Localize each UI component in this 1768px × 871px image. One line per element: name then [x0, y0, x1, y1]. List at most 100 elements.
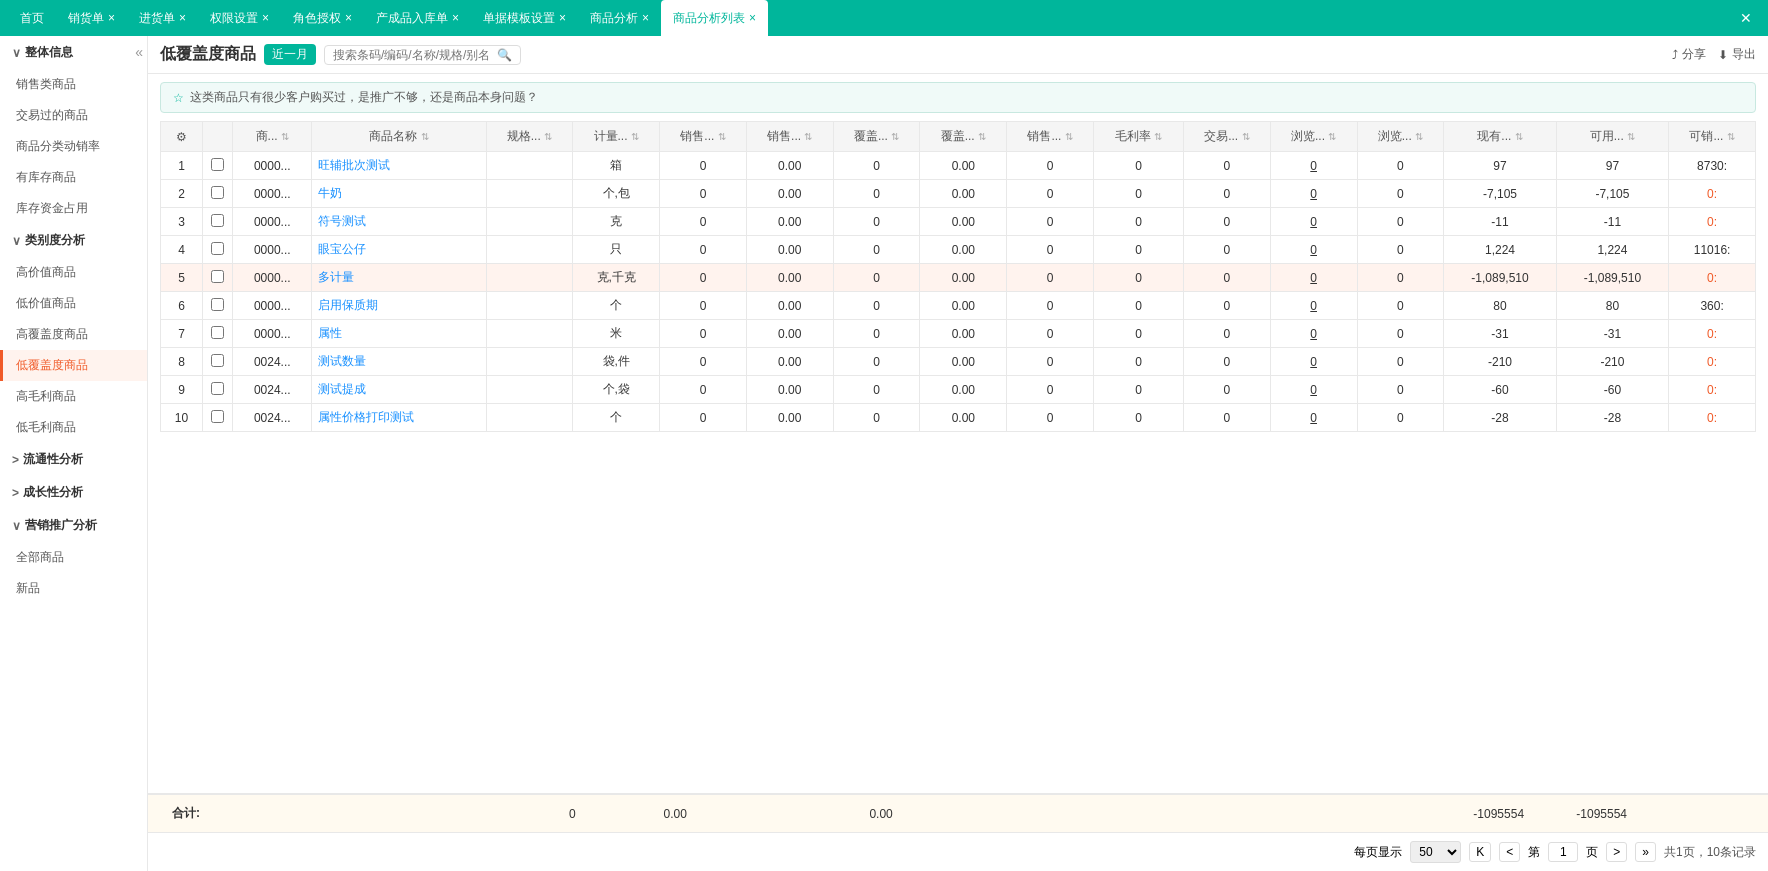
row-checkbox[interactable] — [203, 376, 233, 404]
sales-amount-col-header[interactable]: 销售... ⇅ — [746, 122, 833, 152]
browse1-col-header[interactable]: 浏览... ⇅ — [1270, 122, 1357, 152]
nav-item-purchase[interactable]: 进货单 × — [127, 0, 198, 36]
name-col-header[interactable]: 商品名称 ⇅ — [312, 122, 486, 152]
row-sales-qty: 0 — [660, 376, 747, 404]
nav-item-permissions[interactable]: 权限设置 × — [198, 0, 281, 36]
total-spacer6 — [1138, 810, 1241, 818]
page-number-input[interactable] — [1548, 842, 1578, 862]
margin-col-header[interactable]: 毛利率 ⇅ — [1094, 122, 1184, 152]
sidebar-section-liquidity[interactable]: > 流通性分析 — [0, 443, 147, 476]
row-name[interactable]: 属性价格打印测试 — [312, 404, 486, 432]
nav-item-templates[interactable]: 单据模板设置 × — [471, 0, 578, 36]
sidebar-item-capital[interactable]: 库存资金占用 — [0, 193, 147, 224]
row-checkbox[interactable] — [203, 292, 233, 320]
per-page-select[interactable]: 50 100 200 — [1410, 841, 1461, 863]
row-code: 0000... — [233, 292, 312, 320]
row-sales-amount: 0.00 — [746, 152, 833, 180]
window-close-button[interactable]: ✕ — [1732, 9, 1760, 27]
nav-item-analysis-list[interactable]: 商品分析列表 × — [661, 0, 768, 36]
sidebar-item-high-coverage[interactable]: 高覆盖度商品 — [0, 319, 147, 350]
sidebar-item-high-value[interactable]: 高价值商品 — [0, 257, 147, 288]
row-name[interactable]: 启用保质期 — [312, 292, 486, 320]
row-name[interactable]: 符号测试 — [312, 208, 486, 236]
row-current: 80 — [1444, 292, 1556, 320]
row-browse1[interactable]: 0 — [1270, 292, 1357, 320]
content-area: 低覆盖度商品 近一月 🔍 ⤴ 分享 ⬇ 导出 — [148, 36, 1768, 871]
row-checkbox[interactable] — [203, 236, 233, 264]
browse2-col-header[interactable]: 浏览... ⇅ — [1357, 122, 1444, 152]
row-sales3: 0 — [1007, 152, 1094, 180]
sidebar-item-all-goods[interactable]: 全部商品 — [0, 542, 147, 573]
sidebar-item-in-stock[interactable]: 有库存商品 — [0, 162, 147, 193]
search-icon[interactable]: 🔍 — [497, 48, 512, 62]
nav-item-products[interactable]: 产成品入库单 × — [364, 0, 471, 36]
last-page-button[interactable]: » — [1635, 842, 1656, 862]
sidebar-section-growth[interactable]: > 成长性分析 — [0, 476, 147, 509]
spec-col-header[interactable]: 规格... ⇅ — [486, 122, 573, 152]
row-name[interactable]: 测试提成 — [312, 376, 486, 404]
transaction-col-header[interactable]: 交易... ⇅ — [1183, 122, 1270, 152]
table-row: 4 0000... 眼宝公仔 只 0 0.00 0 0.00 0 0 0 0 0… — [161, 236, 1756, 264]
row-checkbox[interactable] — [203, 208, 233, 236]
row-checkbox[interactable] — [203, 348, 233, 376]
nav-item-sales[interactable]: 销货单 × — [56, 0, 127, 36]
sidebar-item-low-coverage[interactable]: 低覆盖度商品 — [0, 350, 147, 381]
row-checkbox[interactable] — [203, 320, 233, 348]
row-saleable: 11016: — [1669, 236, 1756, 264]
sidebar-collapse-button[interactable]: « — [135, 44, 143, 60]
unit-col-header[interactable]: 计量... ⇅ — [573, 122, 660, 152]
nav-item-home[interactable]: 首页 — [8, 0, 56, 36]
current-col-header[interactable]: 现有... ⇅ — [1444, 122, 1556, 152]
sidebar-item-traded-goods[interactable]: 交易过的商品 — [0, 100, 147, 131]
sidebar-section-marketing[interactable]: ∨ 营销推广分析 — [0, 509, 147, 542]
row-browse1[interactable]: 0 — [1270, 180, 1357, 208]
sidebar-item-sales-goods[interactable]: 销售类商品 — [0, 69, 147, 100]
row-name[interactable]: 牛奶 — [312, 180, 486, 208]
sidebar-item-low-margin[interactable]: 低毛利商品 — [0, 412, 147, 443]
row-browse1[interactable]: 0 — [1270, 152, 1357, 180]
prev-page-button[interactable]: < — [1499, 842, 1520, 862]
sales-qty-col-header[interactable]: 销售... ⇅ — [660, 122, 747, 152]
row-browse1[interactable]: 0 — [1270, 404, 1357, 432]
row-browse1[interactable]: 0 — [1270, 348, 1357, 376]
row-checkbox[interactable] — [203, 180, 233, 208]
row-name[interactable]: 属性 — [312, 320, 486, 348]
sidebar-item-category-rate[interactable]: 商品分类动销率 — [0, 131, 147, 162]
settings-col-header[interactable]: ⚙ — [161, 122, 203, 152]
row-sales-qty: 0 — [660, 180, 747, 208]
row-cov1: 0 — [833, 236, 920, 264]
sidebar-section-category[interactable]: ∨ 类别度分析 — [0, 224, 147, 257]
nav-item-roles[interactable]: 角色授权 × — [281, 0, 364, 36]
row-name[interactable]: 眼宝公仔 — [312, 236, 486, 264]
row-name[interactable]: 测试数量 — [312, 348, 486, 376]
coverage1-col-header[interactable]: 覆盖... ⇅ — [833, 122, 920, 152]
available-col-header[interactable]: 可用... ⇅ — [1556, 122, 1668, 152]
row-checkbox[interactable] — [203, 264, 233, 292]
row-browse1[interactable]: 0 — [1270, 320, 1357, 348]
sidebar-item-new-goods[interactable]: 新品 — [0, 573, 147, 604]
first-page-button[interactable]: K — [1469, 842, 1491, 862]
row-name[interactable]: 旺辅批次测试 — [312, 152, 486, 180]
row-browse1[interactable]: 0 — [1270, 208, 1357, 236]
row-browse1[interactable]: 0 — [1270, 236, 1357, 264]
sidebar-item-low-value[interactable]: 低价值商品 — [0, 288, 147, 319]
next-page-button[interactable]: > — [1606, 842, 1627, 862]
row-name[interactable]: 多计量 — [312, 264, 486, 292]
export-button[interactable]: ⬇ 导出 — [1718, 46, 1756, 63]
nav-item-analysis[interactable]: 商品分析 × — [578, 0, 661, 36]
row-available: 80 — [1556, 292, 1668, 320]
coverage2-col-header[interactable]: 覆盖... ⇅ — [920, 122, 1007, 152]
row-checkbox[interactable] — [203, 152, 233, 180]
row-browse1[interactable]: 0 — [1270, 376, 1357, 404]
share-button[interactable]: ⤴ 分享 — [1672, 46, 1706, 63]
code-col-header[interactable]: 商... ⇅ — [233, 122, 312, 152]
sales3-col-header[interactable]: 销售... ⇅ — [1007, 122, 1094, 152]
search-input[interactable] — [333, 48, 493, 62]
sidebar-section-overall[interactable]: ∨ 整体信息 — [0, 36, 147, 69]
row-spec — [486, 348, 573, 376]
row-checkbox[interactable] — [203, 404, 233, 432]
row-browse1[interactable]: 0 — [1270, 264, 1357, 292]
saleable-col-header[interactable]: 可销... ⇅ — [1669, 122, 1756, 152]
sidebar-item-high-margin[interactable]: 高毛利商品 — [0, 381, 147, 412]
time-filter-button[interactable]: 近一月 — [264, 44, 316, 65]
